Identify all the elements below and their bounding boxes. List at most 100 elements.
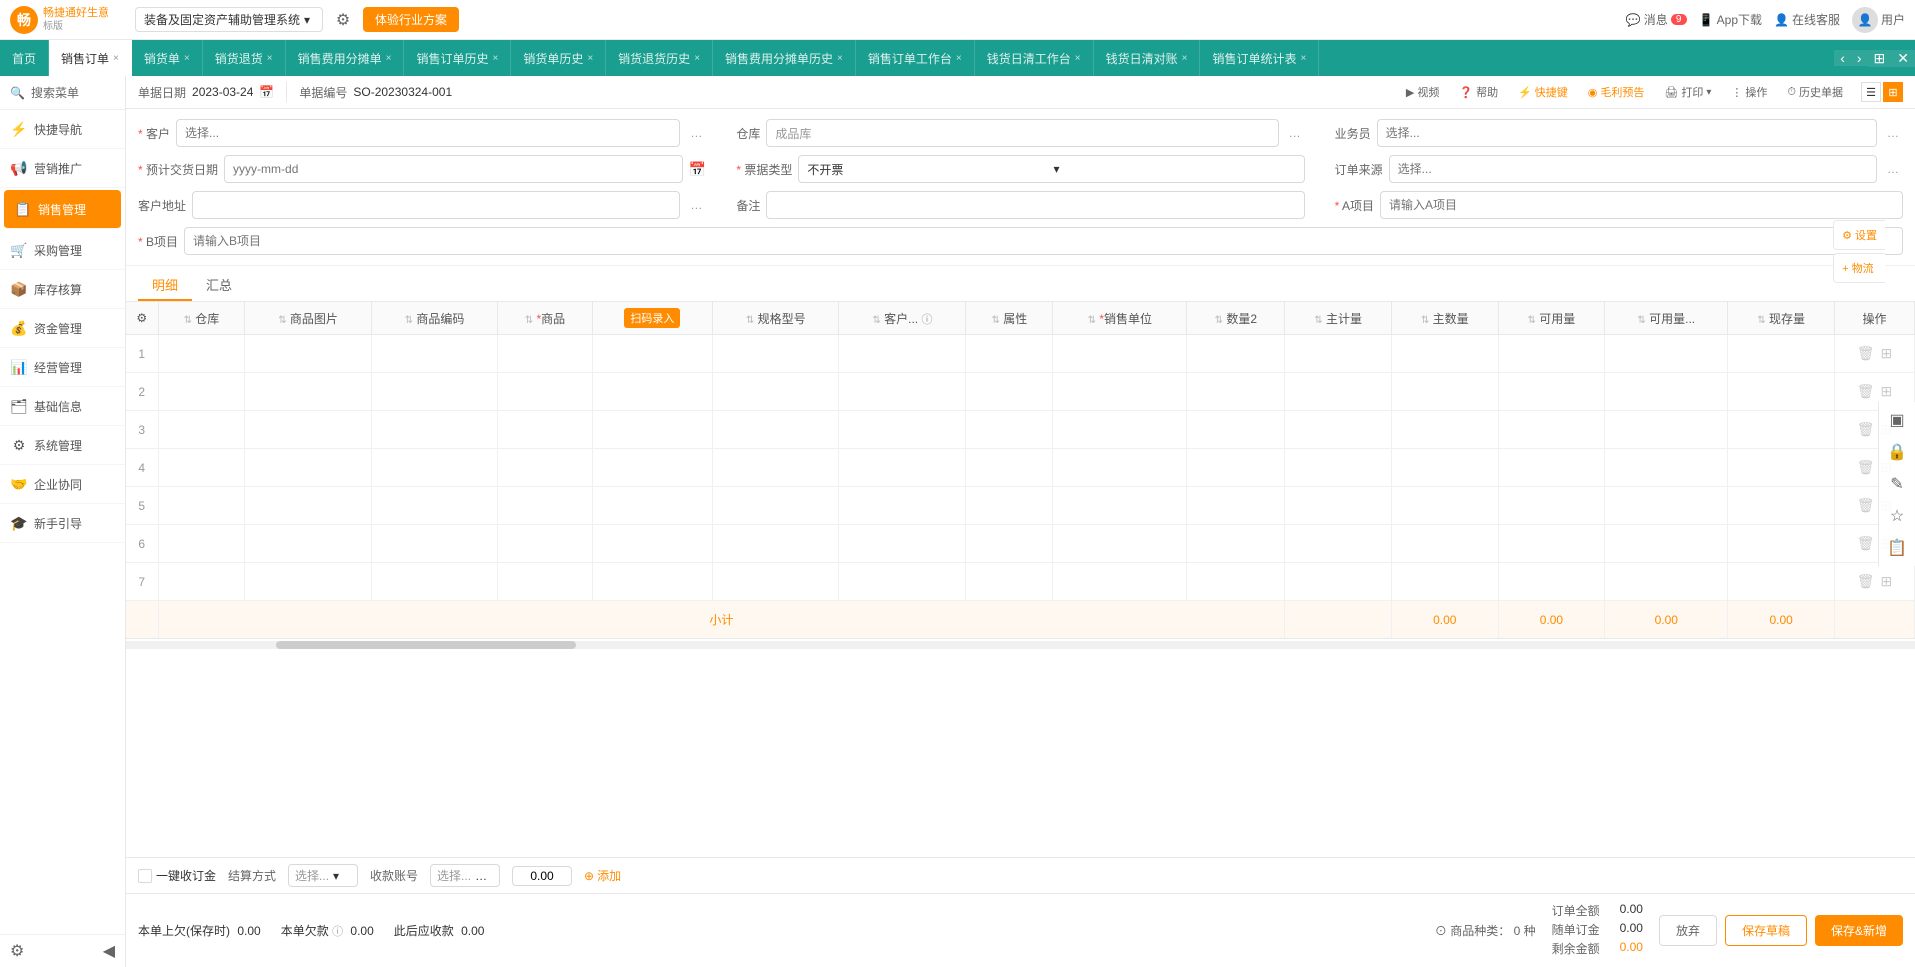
- row-product[interactable]: [498, 525, 593, 563]
- row-unit[interactable]: [1053, 335, 1187, 373]
- add-item-btn[interactable]: ⊕ 添加: [584, 867, 621, 884]
- row-attr[interactable]: [966, 373, 1053, 411]
- tab-sales-return[interactable]: 销货退货 ×: [203, 40, 286, 76]
- float-btn-3[interactable]: ✎: [1883, 470, 1911, 498]
- row-warehouse[interactable]: [158, 411, 245, 449]
- tab-next-btn[interactable]: ›: [1851, 50, 1868, 66]
- row-attr[interactable]: [966, 449, 1053, 487]
- row-main-qty[interactable]: [1391, 487, 1498, 525]
- delete-btn[interactable]: 🗑: [1857, 421, 1875, 438]
- copy-btn[interactable]: ⊞: [1881, 573, 1893, 590]
- tab-order-workbench[interactable]: 销售订单工作台 ×: [856, 40, 975, 76]
- tab-detail[interactable]: 明细: [138, 270, 192, 301]
- row-attr[interactable]: [966, 411, 1053, 449]
- account-select[interactable]: 选择... …: [430, 864, 500, 887]
- delete-btn[interactable]: 🗑: [1857, 459, 1875, 476]
- print-btn[interactable]: 🖨 打印 ▾: [1658, 82, 1717, 102]
- list-view-btn[interactable]: ☰: [1861, 82, 1881, 102]
- tab-sales-order[interactable]: 销售订单 ×: [49, 40, 132, 76]
- delete-btn[interactable]: 🗑: [1857, 497, 1875, 514]
- tab-expense-history[interactable]: 销售费用分摊单历史 ×: [713, 40, 856, 76]
- row-product[interactable]: [498, 373, 593, 411]
- help-btn[interactable]: ❓ 帮助: [1453, 82, 1504, 102]
- row-spec[interactable]: [713, 449, 839, 487]
- row-code[interactable]: [371, 487, 497, 525]
- row-unit[interactable]: [1053, 373, 1187, 411]
- row-product[interactable]: [498, 487, 593, 525]
- tab-close-icon[interactable]: ×: [694, 53, 700, 64]
- settings-gear-icon[interactable]: ⚙: [329, 6, 357, 34]
- row-qty2[interactable]: [1187, 373, 1285, 411]
- tab-close-icon[interactable]: ×: [837, 53, 843, 64]
- row-product[interactable]: [498, 449, 593, 487]
- calendar-icon[interactable]: 📅: [259, 85, 274, 99]
- add-material-btn[interactable]: + 物流: [1833, 253, 1885, 283]
- sort-icon[interactable]: ⇅: [991, 315, 999, 326]
- row-warehouse[interactable]: [158, 563, 245, 601]
- profit-btn[interactable]: ◉ 毛利预告: [1582, 82, 1651, 102]
- tab-sales-expense[interactable]: 销售费用分摊单 ×: [286, 40, 405, 76]
- user-avatar[interactable]: 👤 用户: [1852, 7, 1905, 33]
- sort-icon[interactable]: ⇅: [1314, 315, 1322, 326]
- sort-icon[interactable]: ⇅: [1757, 315, 1765, 326]
- operations-btn[interactable]: ⋮ 操作: [1725, 82, 1773, 102]
- row-main-qty[interactable]: [1391, 335, 1498, 373]
- amount-input[interactable]: 0.00: [512, 866, 572, 886]
- delete-btn[interactable]: 🗑: [1857, 535, 1875, 552]
- float-btn-5[interactable]: 📋: [1883, 534, 1911, 562]
- sort-icon[interactable]: ⇅: [1528, 315, 1536, 326]
- one-click-collection-group[interactable]: 一键收订金: [138, 867, 216, 884]
- sidebar-item-enterprise[interactable]: 🤝 企业协同: [0, 465, 125, 504]
- sort-icon[interactable]: ⇅: [1215, 315, 1223, 326]
- row-qty2[interactable]: [1187, 487, 1285, 525]
- collapse-btn[interactable]: ◀: [103, 941, 115, 961]
- industry-btn[interactable]: 体验行业方案: [363, 7, 459, 32]
- row-spec[interactable]: [713, 487, 839, 525]
- order-source-ellipsis-btn[interactable]: …: [1883, 162, 1903, 176]
- sort-icon[interactable]: ⇅: [1088, 315, 1096, 326]
- sidebar-item-system[interactable]: ⚙ 系统管理: [0, 426, 125, 465]
- row-code[interactable]: [371, 411, 497, 449]
- tab-close-icon[interactable]: ×: [267, 53, 273, 64]
- settings-bottom-icon[interactable]: ⚙: [10, 941, 24, 961]
- sidebar-item-finance[interactable]: 💰 资金管理: [0, 309, 125, 348]
- tab-close-icon[interactable]: ×: [1075, 53, 1081, 64]
- sort-icon[interactable]: ⇅: [1637, 315, 1645, 326]
- sidebar-item-quick-nav[interactable]: ⚡ 快捷导航: [0, 110, 125, 149]
- sort-icon[interactable]: ⇅: [1421, 315, 1429, 326]
- row-product[interactable]: [498, 335, 593, 373]
- row-spec[interactable]: [713, 373, 839, 411]
- sidebar-item-marketing[interactable]: 📢 营销推广: [0, 149, 125, 188]
- sidebar-search-btn[interactable]: 🔍 搜索菜单: [0, 76, 125, 110]
- row-warehouse[interactable]: [158, 525, 245, 563]
- settings-panel-btn[interactable]: ⚙ 设置: [1833, 220, 1885, 250]
- a-project-input[interactable]: [1380, 191, 1903, 219]
- row-code[interactable]: [371, 525, 497, 563]
- row-customer-code[interactable]: [839, 525, 966, 563]
- row-warehouse[interactable]: [158, 487, 245, 525]
- tab-close-icon[interactable]: ×: [1300, 53, 1306, 64]
- row-attr[interactable]: [966, 525, 1053, 563]
- customer-address-input[interactable]: [192, 191, 680, 219]
- copy-btn[interactable]: ⊞: [1881, 383, 1893, 400]
- sidebar-item-sales[interactable]: 📋 销售管理: [4, 190, 121, 229]
- tab-close-icon[interactable]: ×: [492, 53, 498, 64]
- row-unit[interactable]: [1053, 525, 1187, 563]
- float-btn-4[interactable]: ☆: [1883, 502, 1911, 530]
- tab-sales-invoice[interactable]: 销货单 ×: [132, 40, 203, 76]
- row-code[interactable]: [371, 335, 497, 373]
- row-main-qty[interactable]: [1391, 525, 1498, 563]
- row-unit[interactable]: [1053, 449, 1187, 487]
- row-warehouse[interactable]: [158, 373, 245, 411]
- view-btn[interactable]: ▶ 视频: [1400, 82, 1445, 102]
- row-customer-code[interactable]: [839, 335, 966, 373]
- row-qty2[interactable]: [1187, 525, 1285, 563]
- sidebar-item-base-info[interactable]: 🗂 基础信息: [0, 387, 125, 426]
- shortcuts-btn[interactable]: ⚡ 快捷键: [1512, 82, 1574, 102]
- row-product[interactable]: [498, 563, 593, 601]
- warehouse-ellipsis-btn[interactable]: …: [1285, 126, 1305, 140]
- save-draft-btn[interactable]: 保存草稿: [1725, 915, 1807, 946]
- warehouse-input[interactable]: [766, 119, 1278, 147]
- row-unit[interactable]: [1053, 563, 1187, 601]
- row-spec[interactable]: [713, 563, 839, 601]
